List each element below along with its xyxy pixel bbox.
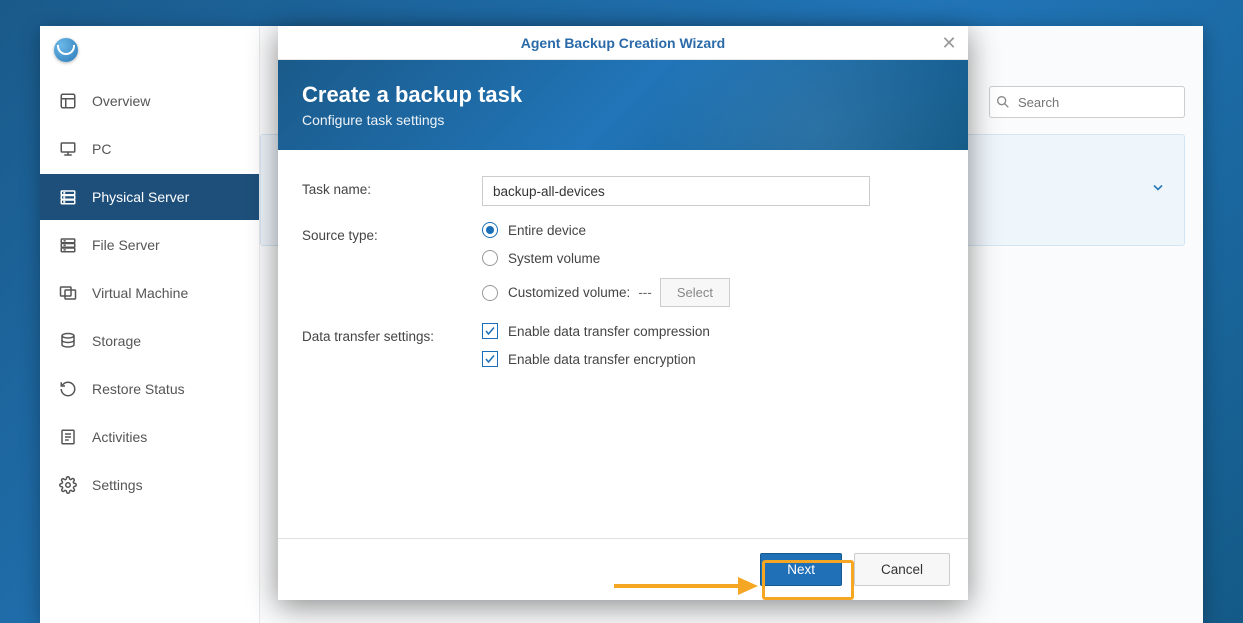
sidebar-item-label: Settings [92, 477, 143, 493]
sidebar: Overview PC Physical Server File Server … [40, 26, 260, 623]
next-button[interactable]: Next [760, 553, 842, 586]
sidebar-item-activities[interactable]: Activities [40, 414, 259, 460]
sidebar-item-virtual-machine[interactable]: Virtual Machine [40, 270, 259, 316]
sidebar-item-label: Restore Status [92, 381, 185, 397]
radio-icon [482, 285, 498, 301]
checkbox-encryption[interactable]: Enable data transfer encryption [482, 351, 944, 367]
restore-icon [58, 380, 78, 398]
modal-close-button[interactable]: ✕ [938, 32, 960, 54]
search-input[interactable] [989, 86, 1185, 118]
sidebar-item-label: Virtual Machine [92, 285, 188, 301]
search-icon [995, 94, 1011, 115]
radio-label: Entire device [508, 223, 586, 238]
transfer-settings-label: Data transfer settings: [302, 323, 482, 344]
radio-label: Customized volume: [508, 285, 630, 300]
sidebar-item-storage[interactable]: Storage [40, 318, 259, 364]
header-title: Create a backup task [302, 82, 944, 108]
storage-icon [58, 332, 78, 350]
sidebar-item-settings[interactable]: Settings [40, 462, 259, 508]
sidebar-item-label: Activities [92, 429, 147, 445]
checkbox-label: Enable data transfer compression [508, 324, 710, 339]
pc-icon [58, 140, 78, 158]
checkbox-icon [482, 323, 498, 339]
server-icon [58, 188, 78, 206]
sidebar-item-restore-status[interactable]: Restore Status [40, 366, 259, 412]
sidebar-item-pc[interactable]: PC [40, 126, 259, 172]
settings-icon [58, 476, 78, 494]
vm-icon [58, 284, 78, 302]
radio-system-volume[interactable]: System volume [482, 250, 944, 266]
sidebar-item-physical-server[interactable]: Physical Server [40, 174, 259, 220]
radio-icon [482, 250, 498, 266]
chevron-down-icon [1150, 180, 1166, 201]
radio-customized-volume[interactable]: Customized volume: [482, 285, 630, 301]
sidebar-item-label: Overview [92, 93, 150, 109]
radio-entire-device[interactable]: Entire device [482, 222, 944, 238]
checkbox-icon [482, 351, 498, 367]
sidebar-item-file-server[interactable]: File Server [40, 222, 259, 268]
checkbox-label: Enable data transfer encryption [508, 352, 696, 367]
modal-footer: Next Cancel [278, 538, 968, 600]
overview-icon [58, 92, 78, 110]
select-volume-button[interactable]: Select [660, 278, 730, 307]
sidebar-item-label: PC [92, 141, 111, 157]
source-type-label: Source type: [302, 222, 482, 243]
modal-header: Create a backup task Configure task sett… [278, 60, 968, 150]
task-name-label: Task name: [302, 176, 482, 197]
fileserver-icon [58, 236, 78, 254]
cancel-button[interactable]: Cancel [854, 553, 950, 586]
search-wrap [989, 86, 1185, 118]
radio-icon [482, 222, 498, 238]
wizard-modal: Agent Backup Creation Wizard ✕ Create a … [278, 26, 968, 600]
sidebar-item-label: File Server [92, 237, 160, 253]
modal-titlebar: Agent Backup Creation Wizard ✕ [278, 26, 968, 60]
custom-volume-value: --- [638, 285, 652, 300]
sidebar-item-label: Physical Server [92, 189, 189, 205]
sidebar-item-label: Storage [92, 333, 141, 349]
task-name-input[interactable] [482, 176, 870, 206]
app-icon [40, 34, 259, 76]
header-subtitle: Configure task settings [302, 112, 944, 128]
sidebar-item-overview[interactable]: Overview [40, 78, 259, 124]
modal-body: Task name: Source type: Entire device Sy… [278, 150, 968, 538]
radio-label: System volume [508, 251, 600, 266]
modal-title: Agent Backup Creation Wizard [521, 35, 725, 51]
activities-icon [58, 428, 78, 446]
checkbox-compression[interactable]: Enable data transfer compression [482, 323, 944, 339]
